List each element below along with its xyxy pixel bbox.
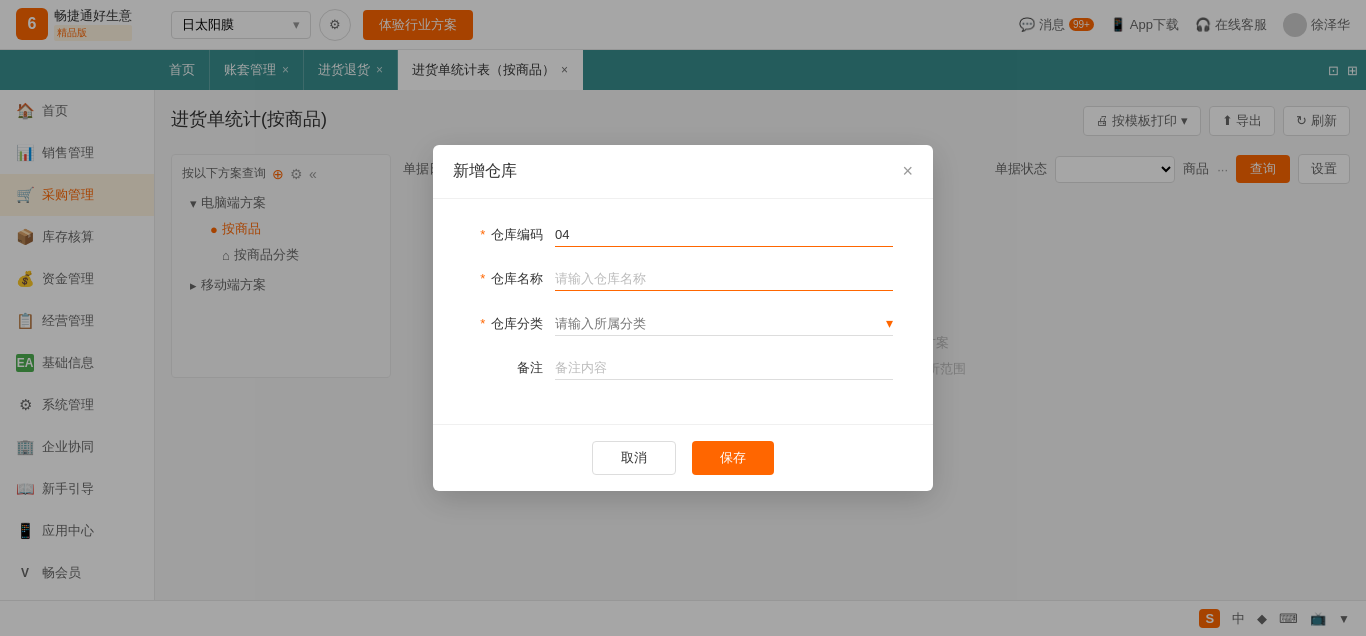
warehouse-category-input[interactable]	[555, 316, 886, 331]
remark-input[interactable]	[555, 356, 893, 380]
modal-title: 新增仓库	[453, 161, 517, 182]
modal-close-button[interactable]: ×	[902, 161, 913, 182]
form-row-code: * 仓库编码	[473, 223, 893, 247]
required-star-category: *	[480, 316, 485, 331]
required-star-code: *	[480, 227, 485, 242]
name-label: * 仓库名称	[473, 270, 543, 288]
form-row-name: * 仓库名称	[473, 267, 893, 291]
save-button[interactable]: 保存	[692, 441, 774, 475]
new-warehouse-modal: 新增仓库 × * 仓库编码 * 仓库名称	[433, 145, 933, 491]
modal-footer: 取消 保存	[433, 424, 933, 491]
warehouse-code-input[interactable]	[555, 223, 893, 247]
warehouse-name-input[interactable]	[555, 267, 893, 291]
remark-label: 备注	[473, 359, 543, 377]
cancel-button[interactable]: 取消	[592, 441, 676, 475]
modal-overlay: 新增仓库 × * 仓库编码 * 仓库名称	[0, 0, 1366, 636]
warehouse-category-select-wrapper[interactable]: ▾	[555, 311, 893, 336]
modal-header: 新增仓库 ×	[433, 145, 933, 199]
form-row-remark: 备注	[473, 356, 893, 380]
category-label: * 仓库分类	[473, 315, 543, 333]
form-row-category: * 仓库分类 ▾	[473, 311, 893, 336]
required-star-name: *	[480, 271, 485, 286]
modal-body: * 仓库编码 * 仓库名称 * 仓库分类	[433, 199, 933, 424]
code-label: * 仓库编码	[473, 226, 543, 244]
category-dropdown-arrow: ▾	[886, 315, 893, 331]
